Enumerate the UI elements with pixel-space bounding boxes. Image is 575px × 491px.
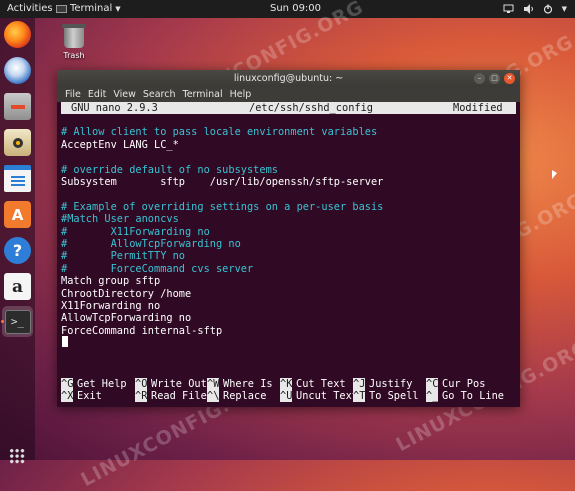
shortcut-key: ^U: [280, 390, 293, 402]
editor-line: AcceptEnv LANG LC_*: [61, 138, 179, 151]
trash-label: Trash: [63, 51, 85, 60]
editor-line: Subsystem sftp /usr/lib/openssh/sftp-ser…: [61, 176, 384, 188]
nano-version: GNU nano 2.9.3: [71, 102, 158, 114]
editor-line: ForceCommand internal-sftp: [61, 324, 223, 337]
system-tray[interactable]: ▼: [503, 0, 567, 18]
mouse-pointer-icon: [552, 170, 557, 179]
app-menu[interactable]: Terminal ▼: [56, 0, 121, 18]
editor-line: X11Forwarding no: [61, 300, 161, 312]
menu-help[interactable]: Help: [230, 87, 252, 102]
editor-line: #Match User anoncvs: [61, 213, 179, 226]
top-bar: Activities Terminal ▼ Sun 09:00 ▼: [0, 0, 575, 18]
firefox-icon[interactable]: [4, 21, 31, 48]
shortcut-label: Where Is: [223, 378, 273, 390]
window-title: linuxconfig@ubuntu: ~: [233, 73, 344, 84]
software-icon[interactable]: A: [4, 201, 31, 228]
shortcut-label: Go To Line: [442, 390, 504, 402]
power-icon: [543, 4, 552, 14]
terminal-dock-item[interactable]: >_: [2, 306, 33, 337]
editor-line: # X11Forwarding no: [61, 225, 210, 238]
editor-line: # Allow client to pass locale environmen…: [61, 126, 378, 139]
activities-button[interactable]: Activities: [7, 0, 53, 18]
editor-line: # PermitTTY no: [61, 250, 185, 263]
shortcut-label: Cut Text: [296, 378, 346, 390]
shortcut-key: ^J: [353, 378, 366, 390]
app-menu-label: Terminal: [70, 3, 113, 14]
editor-line: AllowTcpForwarding no: [61, 312, 192, 325]
files-icon[interactable]: [4, 93, 31, 120]
shortcut-key: ^G: [61, 378, 74, 390]
shortcut-label: Read File: [151, 390, 207, 402]
shortcut-key: ^W: [207, 378, 220, 390]
shortcut-key: ^\: [207, 390, 220, 402]
shortcut-key: ^O: [135, 378, 148, 390]
network-icon: [503, 4, 514, 13]
clock[interactable]: Sun 09:00: [270, 0, 321, 18]
shortcut-key: ^R: [135, 390, 148, 402]
shortcut-label: Get Help: [77, 378, 127, 390]
shortcut-key: ^X: [61, 390, 74, 402]
menu-view[interactable]: View: [113, 87, 136, 102]
shortcut-label: Uncut Text: [296, 390, 358, 402]
shortcut-label: Write Out: [151, 378, 207, 390]
editor-line: # ForceCommand cvs server: [61, 262, 254, 275]
maximize-button[interactable]: □: [489, 73, 500, 84]
menu-search[interactable]: Search: [143, 87, 176, 102]
nano-status: Modified: [453, 102, 503, 114]
chevron-down-icon: ▼: [115, 5, 121, 13]
editor-line: # Example of overriding settings on a pe…: [61, 200, 384, 213]
amazon-icon[interactable]: a: [4, 273, 31, 300]
shortcut-label: To Spell: [369, 390, 419, 402]
terminal-content[interactable]: GNU nano 2.9.3 /etc/ssh/sshd_config Modi…: [61, 102, 516, 404]
trash-desktop-icon[interactable]: Trash: [57, 24, 91, 60]
help-icon[interactable]: ?: [4, 237, 31, 264]
app-grid-icon[interactable]: [9, 448, 25, 464]
menu-bar: File Edit View Search Terminal Help: [57, 87, 520, 102]
shortcut-key: ^K: [280, 378, 293, 390]
terminal-small-icon: [56, 5, 67, 13]
shortcut-label: Justify: [369, 378, 413, 390]
editor-line: # AllowTcpForwarding no: [61, 238, 241, 250]
shortcut-key: ^_: [426, 390, 439, 402]
shortcut-label: Replace: [223, 390, 267, 402]
terminal-icon: >_: [4, 309, 31, 334]
shortcut-key: ^T: [353, 390, 366, 402]
minimize-button[interactable]: –: [474, 73, 485, 84]
window-titlebar[interactable]: linuxconfig@ubuntu: ~ – □ ✕: [57, 70, 520, 87]
terminal-window[interactable]: linuxconfig@ubuntu: ~ – □ ✕ File Edit Vi…: [57, 70, 520, 407]
menu-file[interactable]: File: [65, 87, 81, 102]
rhythmbox-icon[interactable]: [4, 129, 31, 156]
trash-icon: [62, 24, 86, 48]
tray-chevron-down-icon: ▼: [561, 5, 567, 13]
shortcut-label: Exit: [77, 390, 102, 402]
menu-terminal[interactable]: Terminal: [183, 87, 223, 102]
volume-icon: [523, 4, 533, 14]
shortcut-key: ^C: [426, 378, 439, 390]
nano-filename: /etc/ssh/sshd_config: [249, 102, 373, 114]
nano-header: GNU nano 2.9.3 /etc/ssh/sshd_config Modi…: [61, 102, 516, 114]
menu-edit[interactable]: Edit: [88, 87, 106, 102]
text-cursor: [62, 336, 68, 347]
dock: A ? a >_: [0, 18, 35, 464]
running-indicator: [1, 320, 4, 323]
close-button[interactable]: ✕: [504, 73, 515, 84]
editor-line: ChrootDirectory /home: [61, 287, 192, 300]
writer-icon[interactable]: [4, 165, 31, 192]
shortcut-label: Cur Pos: [442, 378, 486, 390]
editor-line: Match group sftp: [61, 275, 161, 288]
thunderbird-icon[interactable]: [4, 57, 31, 84]
editor-line: # override default of no subsystems: [61, 163, 278, 176]
